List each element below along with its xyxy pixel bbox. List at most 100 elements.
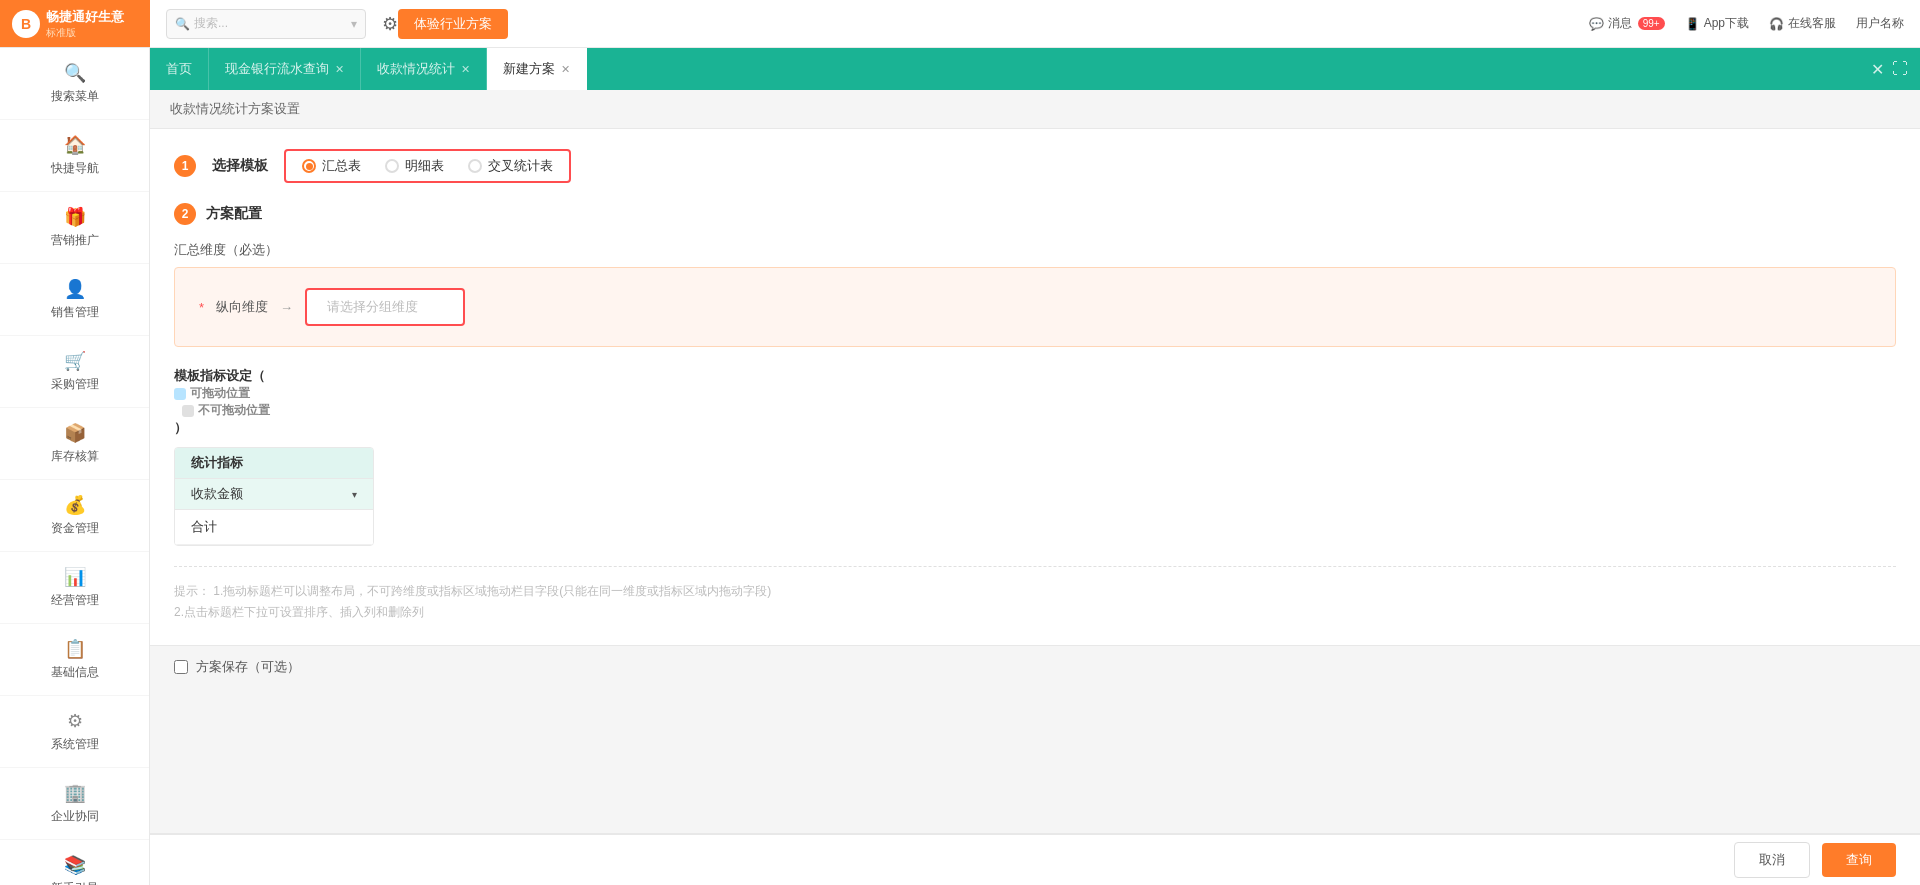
dimension-row: * 纵向维度 → 请选择分组维度 [199,288,1871,326]
radio-detail[interactable]: 明细表 [385,157,444,175]
metrics-table: 统计指标 收款金额 ▾ 合计 [174,447,374,546]
sidebar-item-label: 快捷导航 [51,160,99,177]
sidebar-item-guide[interactable]: 📚 新手引导 [0,840,149,885]
service-icon: 🎧 [1769,17,1784,31]
required-star: * [199,300,204,315]
maximize-icon[interactable]: ⛶ [1892,60,1908,78]
tab-home[interactable]: 首页 [150,48,209,90]
tab-bank-flow-close[interactable]: ✕ [335,63,344,76]
form-card: 1 选择模板 汇总表 明细表 交叉统计表 [150,128,1920,645]
guide-icon: 📚 [64,854,86,876]
column-dropdown-icon[interactable]: ▾ [352,489,357,500]
tab-receipts-stat[interactable]: 收款情况统计 ✕ [361,48,487,90]
trial-button[interactable]: 体验行业方案 [398,9,508,39]
sidebar-item-marketing[interactable]: 🎁 营销推广 [0,192,149,264]
metrics-header: 模板指标设定（ 可拖动位置 不可拖动位置 ） [174,367,1896,437]
sidebar-item-label: 基础信息 [51,664,99,681]
tab-receipts-stat-close[interactable]: ✕ [461,63,470,76]
dropdown-icon: ▾ [351,17,357,31]
sidebar-item-basic-info[interactable]: 📋 基础信息 [0,624,149,696]
metrics-column-header[interactable]: 收款金额 ▾ [175,479,373,510]
metrics-header-label: 模板指标设定（ 可拖动位置 不可拖动位置 ） [174,367,270,437]
tab-bar-right: ✕ ⛶ [1871,60,1920,79]
breadcrumb: 收款情况统计方案设置 [150,90,1920,128]
search-placeholder: 搜索... [194,15,228,32]
top-bar-actions: 💬 消息 99+ 📱 App下载 🎧 在线客服 用户名称 [1589,15,1904,32]
sidebar: 🔍 搜索菜单 🏠 快捷导航 🎁 营销推广 👤 销售管理 🛒 采购管理 📦 库存核… [0,48,150,885]
close-window-icon[interactable]: ✕ [1871,60,1884,79]
username: 用户名称 [1856,15,1904,32]
search-icon: 🔍 [175,17,190,31]
main-layout: 🔍 搜索菜单 🏠 快捷导航 🎁 营销推广 👤 销售管理 🛒 采购管理 📦 库存核… [0,48,1920,885]
gear-icon: ⚙ [382,14,398,34]
tab-bank-flow[interactable]: 现金银行流水查询 ✕ [209,48,361,90]
arrow-icon: → [280,300,293,315]
step2-title-row: 2 方案配置 [174,203,1896,225]
messages-link[interactable]: 💬 消息 99+ [1589,15,1665,32]
quick-nav-icon: 🏠 [64,134,86,156]
save-checkbox[interactable] [174,660,188,674]
metrics-table-title: 统计指标 [175,448,373,479]
draggable-dot [174,388,186,400]
radio-detail-circle [385,159,399,173]
page-body: 收款情况统计方案设置 1 选择模板 汇总表 明细表 [150,90,1920,833]
dimension-title: 汇总维度（必选） [174,241,1896,259]
save-label: 方案保存（可选） [196,658,300,676]
tab-home-label: 首页 [166,60,192,78]
operations-icon: 📊 [64,566,86,588]
search-menu-icon: 🔍 [64,62,86,84]
gear-button[interactable]: ⚙ [382,13,398,35]
cancel-button[interactable]: 取消 [1734,842,1810,878]
sidebar-item-finance[interactable]: 💰 资金管理 [0,480,149,552]
step1-row: 1 选择模板 汇总表 明细表 交叉统计表 [174,149,1896,183]
service-link[interactable]: 🎧 在线客服 [1769,15,1836,32]
dimension-select[interactable]: 请选择分组维度 [305,288,465,326]
sidebar-item-search-menu[interactable]: 🔍 搜索菜单 [0,48,149,120]
basic-info-icon: 📋 [64,638,86,660]
dimension-placeholder: 请选择分组维度 [327,299,418,314]
sidebar-item-purchase[interactable]: 🛒 采购管理 [0,336,149,408]
radio-summary[interactable]: 汇总表 [302,157,361,175]
tab-bank-flow-label: 现金银行流水查询 [225,60,329,78]
radio-cross-circle [468,159,482,173]
sidebar-item-operations[interactable]: 📊 经营管理 [0,552,149,624]
non-draggable-dot [182,405,194,417]
query-button[interactable]: 查询 [1822,843,1896,877]
sidebar-item-sales[interactable]: 👤 销售管理 [0,264,149,336]
sidebar-item-label: 新手引导 [51,880,99,885]
sidebar-item-inventory[interactable]: 📦 库存核算 [0,408,149,480]
tab-new-plan-label: 新建方案 [503,60,555,78]
sidebar-item-quick-nav[interactable]: 🏠 快捷导航 [0,120,149,192]
bottom-bar: 取消 查询 [150,833,1920,885]
tip2: 2.点击标题栏下拉可设置排序、插入列和删除列 [174,604,1896,621]
tips-area: 提示： 1.拖动标题栏可以调整布局，不可跨维度或指标区域拖动栏目字段(只能在同一… [174,566,1896,621]
sidebar-item-label: 搜索菜单 [51,88,99,105]
logo-icon: B [12,10,40,38]
sidebar-item-label: 企业协同 [51,808,99,825]
download-link[interactable]: 📱 App下载 [1685,15,1749,32]
sidebar-item-enterprise[interactable]: 🏢 企业协同 [0,768,149,840]
inventory-icon: 📦 [64,422,86,444]
finance-icon: 💰 [64,494,86,516]
logo: B 畅捷通好生意 标准版 [0,0,150,47]
sidebar-item-label: 经营管理 [51,592,99,609]
step1-badge: 1 [174,155,196,177]
tab-receipts-stat-label: 收款情况统计 [377,60,455,78]
radio-cross[interactable]: 交叉统计表 [468,157,553,175]
sidebar-item-label: 采购管理 [51,376,99,393]
tip1-text: 提示： 1.拖动标题栏可以调整布局，不可跨维度或指标区域拖动栏目字段(只能在同一… [174,583,771,600]
sidebar-item-system[interactable]: ⚙ 系统管理 [0,696,149,768]
tab-new-plan-close[interactable]: ✕ [561,63,570,76]
tab-new-plan[interactable]: 新建方案 ✕ [487,48,587,90]
download-icon: 📱 [1685,17,1700,31]
radio-summary-label: 汇总表 [322,157,361,175]
template-radio-group: 汇总表 明细表 交叉统计表 [284,149,571,183]
purchase-icon: 🛒 [64,350,86,372]
sidebar-item-label: 营销推广 [51,232,99,249]
messages-badge: 99+ [1638,17,1665,30]
metrics-row-total: 合计 [175,510,373,545]
search-bar[interactable]: 🔍 搜索... ▾ [166,9,366,39]
vertical-dim-label: 纵向维度 [216,298,268,316]
dimension-area: * 纵向维度 → 请选择分组维度 [174,267,1896,347]
footer-save-row: 方案保存（可选） [150,645,1920,688]
